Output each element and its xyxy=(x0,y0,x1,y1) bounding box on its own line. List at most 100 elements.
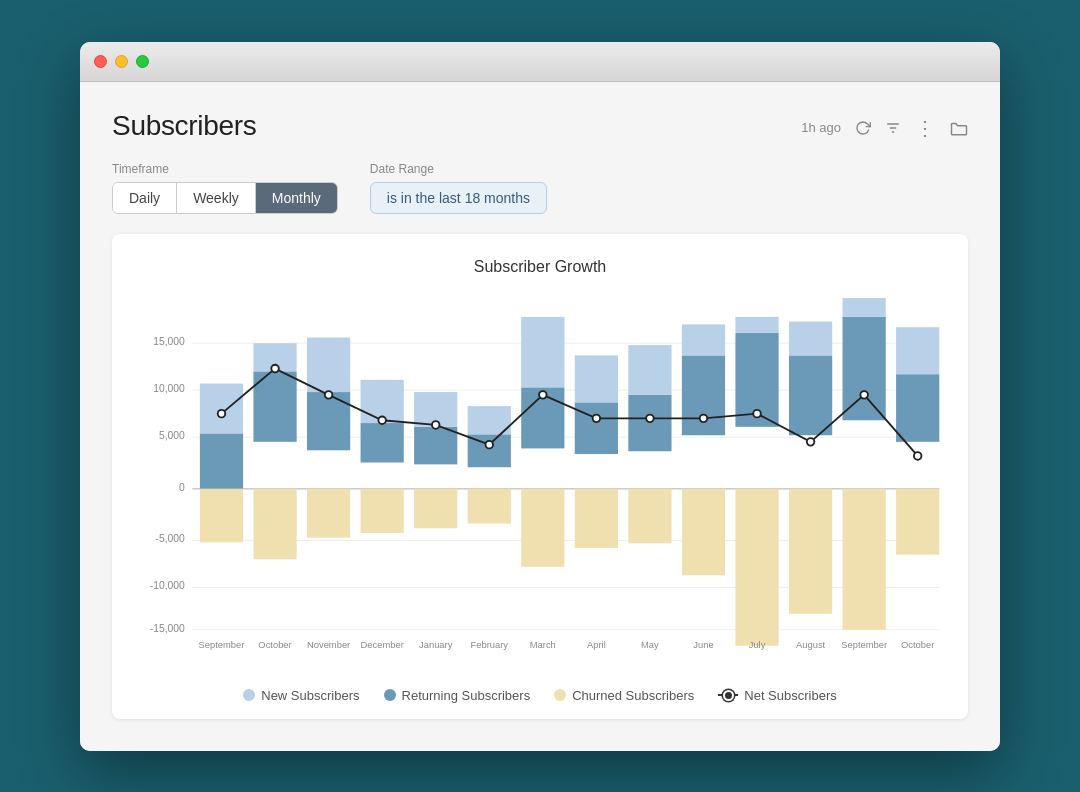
svg-rect-50 xyxy=(735,488,778,645)
returning-subscribers-dot xyxy=(384,689,396,701)
svg-text:February: February xyxy=(471,638,509,649)
returning-subscribers-label: Returning Subscribers xyxy=(402,688,531,703)
svg-point-71 xyxy=(807,438,815,446)
minimize-button[interactable] xyxy=(115,55,128,68)
svg-text:January: January xyxy=(419,638,453,649)
svg-text:April: April xyxy=(587,638,606,649)
header-actions: 1h ago ⋮ xyxy=(801,116,968,140)
timeframe-btn-group: Daily Weekly Monthly xyxy=(112,182,338,214)
more-icon[interactable]: ⋮ xyxy=(915,116,936,140)
svg-rect-24 xyxy=(307,392,350,450)
svg-text:November: November xyxy=(307,638,350,649)
filters-row: Timeframe Daily Weekly Monthly Date Rang… xyxy=(112,162,968,214)
main-content: Subscribers 1h ago ⋮ Timeframe Daily xyxy=(80,82,1000,751)
net-subscribers-label: Net Subscribers xyxy=(744,688,836,703)
svg-rect-56 xyxy=(843,488,886,629)
svg-rect-23 xyxy=(253,488,296,558)
svg-rect-49 xyxy=(735,316,778,332)
svg-rect-20 xyxy=(200,488,243,542)
daily-button[interactable]: Daily xyxy=(113,183,177,213)
new-subscribers-dot xyxy=(243,689,255,701)
titlebar xyxy=(80,42,1000,82)
folder-icon[interactable] xyxy=(950,120,968,136)
bar-september2 xyxy=(843,298,886,630)
svg-rect-25 xyxy=(307,337,350,391)
bar-november xyxy=(307,337,350,537)
legend-returning-subscribers: Returning Subscribers xyxy=(384,688,531,703)
svg-point-61 xyxy=(271,364,279,372)
bar-april xyxy=(575,355,618,548)
svg-rect-18 xyxy=(200,433,243,488)
bar-march xyxy=(521,316,564,566)
date-range-button[interactable]: is in the last 18 months xyxy=(370,182,547,214)
monthly-button[interactable]: Monthly xyxy=(256,183,337,213)
svg-text:March: March xyxy=(530,638,556,649)
svg-rect-32 xyxy=(414,488,457,527)
svg-rect-51 xyxy=(789,355,832,435)
svg-text:October: October xyxy=(901,638,934,649)
churned-subscribers-dot xyxy=(554,689,566,701)
refresh-icon[interactable] xyxy=(855,120,871,136)
svg-text:June: June xyxy=(693,638,713,649)
svg-rect-44 xyxy=(628,488,671,542)
bar-february xyxy=(468,406,511,523)
svg-rect-30 xyxy=(414,426,457,464)
svg-text:5,000: 5,000 xyxy=(159,430,185,441)
date-range-label: Date Range xyxy=(370,162,547,176)
svg-rect-46 xyxy=(682,324,725,355)
svg-text:0: 0 xyxy=(179,481,185,492)
bar-july xyxy=(735,316,778,645)
svg-point-67 xyxy=(593,414,601,422)
bar-september xyxy=(200,383,243,542)
net-subscribers-line-icon xyxy=(718,694,738,696)
timeframe-filter: Timeframe Daily Weekly Monthly xyxy=(112,162,338,214)
svg-rect-43 xyxy=(628,345,671,395)
weekly-button[interactable]: Weekly xyxy=(177,183,256,213)
bar-december xyxy=(361,379,404,532)
svg-point-63 xyxy=(378,416,386,424)
svg-rect-41 xyxy=(575,488,618,547)
chart-area: 15,000 10,000 5,000 0 -5,000 -10,000 -15… xyxy=(136,296,944,676)
header-row: Subscribers 1h ago ⋮ xyxy=(112,110,968,142)
bar-may xyxy=(628,345,671,543)
svg-rect-29 xyxy=(361,488,404,532)
chart-legend: New Subscribers Returning Subscribers Ch… xyxy=(136,688,944,703)
svg-rect-52 xyxy=(789,321,832,355)
svg-point-62 xyxy=(325,391,333,399)
bar-october2 xyxy=(896,327,939,554)
churned-subscribers-label: Churned Subscribers xyxy=(572,688,694,703)
bar-january xyxy=(414,392,457,528)
svg-text:-15,000: -15,000 xyxy=(150,622,185,633)
svg-point-73 xyxy=(914,452,922,460)
svg-point-66 xyxy=(539,391,547,399)
svg-text:-5,000: -5,000 xyxy=(156,533,186,544)
svg-text:-10,000: -10,000 xyxy=(150,580,185,591)
svg-point-70 xyxy=(753,409,761,417)
page-title: Subscribers xyxy=(112,110,257,142)
filter-icon[interactable] xyxy=(885,120,901,136)
close-button[interactable] xyxy=(94,55,107,68)
legend-new-subscribers: New Subscribers xyxy=(243,688,359,703)
svg-text:September: September xyxy=(841,638,887,649)
bar-june xyxy=(682,324,725,575)
svg-point-68 xyxy=(646,414,654,422)
timeframe-label: Timeframe xyxy=(112,162,338,176)
svg-text:July: July xyxy=(749,638,766,649)
svg-text:September: September xyxy=(199,638,245,649)
svg-rect-35 xyxy=(468,488,511,523)
svg-point-65 xyxy=(486,440,494,448)
legend-churned-subscribers: Churned Subscribers xyxy=(554,688,694,703)
svg-rect-26 xyxy=(307,488,350,537)
svg-rect-54 xyxy=(843,316,886,419)
svg-rect-40 xyxy=(575,355,618,402)
svg-text:May: May xyxy=(641,638,659,649)
svg-rect-38 xyxy=(521,488,564,566)
app-window: Subscribers 1h ago ⋮ Timeframe Daily xyxy=(80,42,1000,751)
svg-rect-58 xyxy=(896,327,939,374)
svg-rect-27 xyxy=(361,423,404,462)
bar-august xyxy=(789,321,832,613)
maximize-button[interactable] xyxy=(136,55,149,68)
svg-rect-39 xyxy=(575,402,618,454)
svg-rect-45 xyxy=(682,355,725,435)
timestamp: 1h ago xyxy=(801,120,841,135)
